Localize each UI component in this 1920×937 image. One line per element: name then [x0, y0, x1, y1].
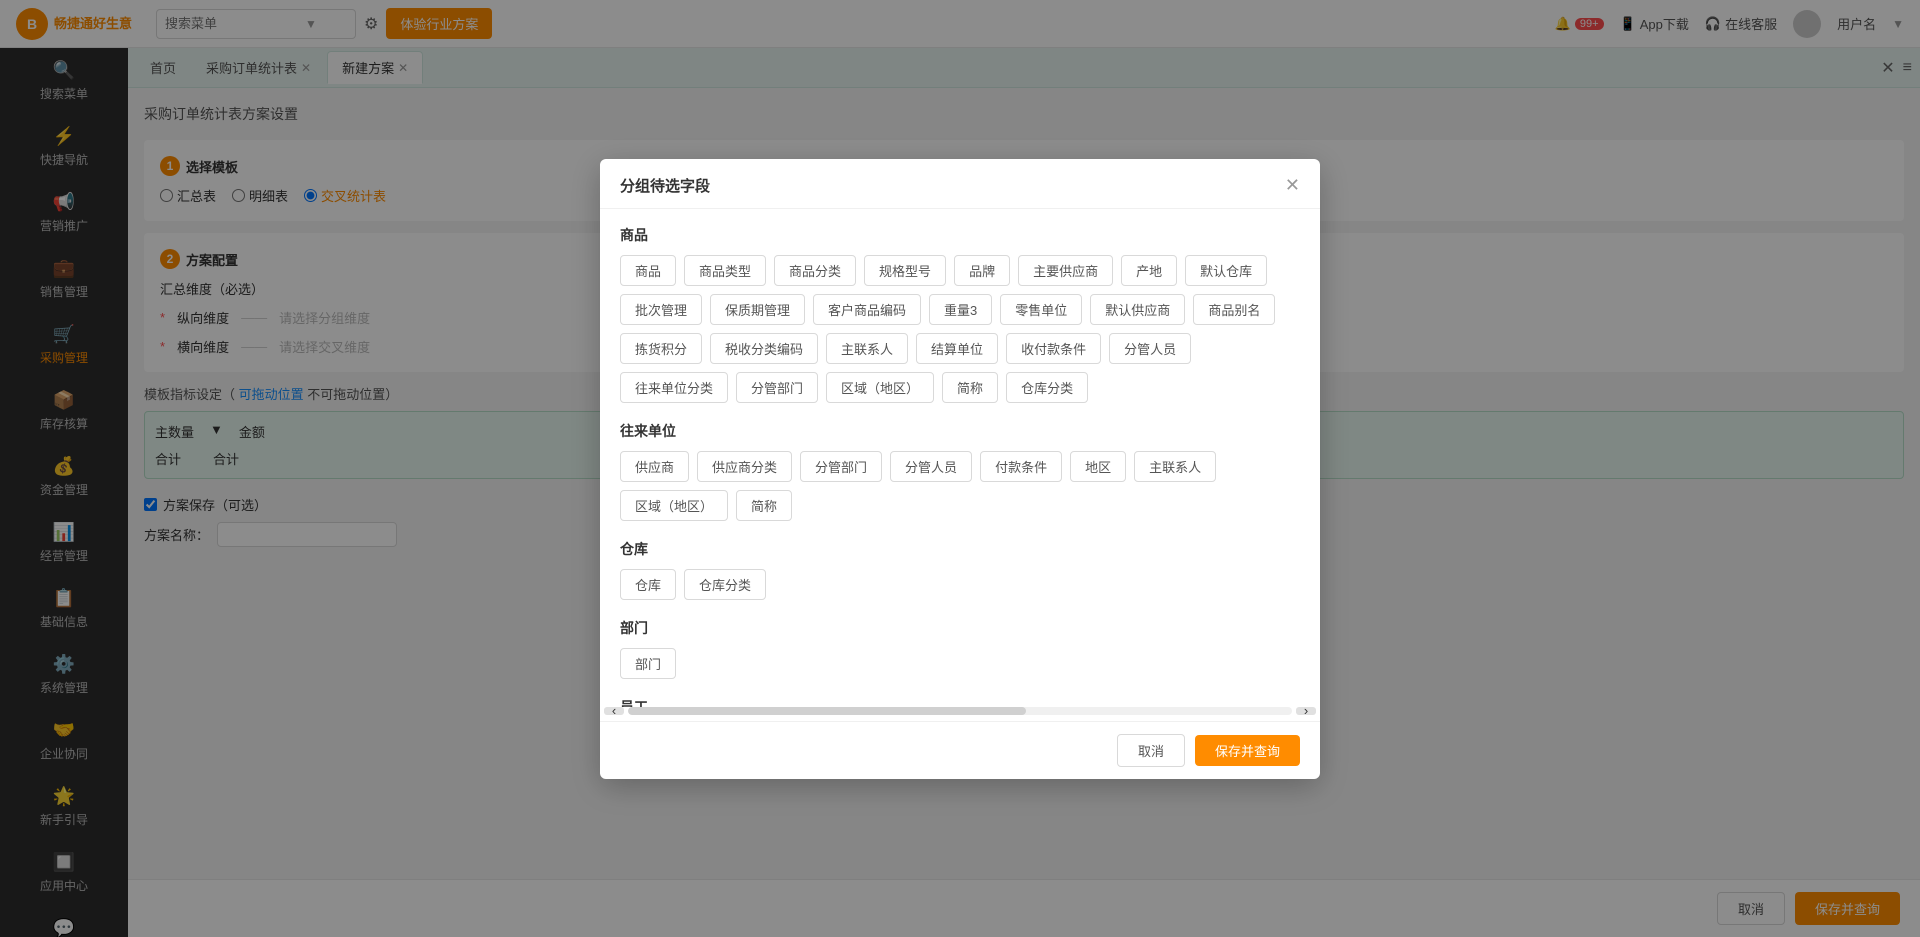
field-tag-customer-code[interactable]: 客户商品编码 [813, 294, 921, 325]
field-tag-cp-region[interactable]: 区域（地区） [620, 490, 728, 521]
modal-confirm-btn[interactable]: 保存并查询 [1195, 735, 1300, 766]
modal-hscroll-area: ‹ › [600, 707, 1320, 721]
field-tag-weight[interactable]: 重量3 [929, 294, 992, 325]
hscroll-left-btn[interactable]: ‹ [604, 707, 624, 715]
field-tag-area[interactable]: 地区 [1070, 451, 1126, 482]
section-warehouse: 仓库 仓库 仓库分类 [620, 539, 1300, 600]
modal-close-btn[interactable]: ✕ [1285, 175, 1300, 196]
field-tag-cp-short-name[interactable]: 简称 [736, 490, 792, 521]
field-tag-manager[interactable]: 分管人员 [1109, 333, 1191, 364]
section-employee-title: 员工 [620, 697, 1300, 707]
modal-body: 商品 商品 商品类型 商品分类 规格型号 品牌 主要供应商 产地 默认仓库 批次… [600, 209, 1320, 707]
hscroll-track [628, 707, 1292, 715]
field-tag-supplier[interactable]: 供应商 [620, 451, 689, 482]
section-department: 部门 部门 [620, 618, 1300, 679]
modal-footer: 取消 保存并查询 [600, 721, 1320, 779]
section-warehouse-title: 仓库 [620, 539, 1300, 559]
section-counterparty-fields: 供应商 供应商分类 分管部门 分管人员 付款条件 地区 主联系人 区域（地区） … [620, 451, 1300, 521]
field-tag-alias[interactable]: 商品别名 [1193, 294, 1275, 325]
field-tag-product[interactable]: 商品 [620, 255, 676, 286]
field-tag-product-type[interactable]: 商品类型 [684, 255, 766, 286]
field-tag-cp-main-contact[interactable]: 主联系人 [1134, 451, 1216, 482]
hscroll-thumb[interactable] [628, 707, 1026, 715]
section-department-fields: 部门 [620, 648, 1300, 679]
field-tag-supplier-category[interactable]: 供应商分类 [697, 451, 792, 482]
field-tag-spec[interactable]: 规格型号 [864, 255, 946, 286]
field-tag-batch[interactable]: 批次管理 [620, 294, 702, 325]
field-tag-region[interactable]: 区域（地区） [826, 372, 934, 403]
section-product-title: 商品 [620, 225, 1300, 245]
section-product: 商品 商品 商品类型 商品分类 规格型号 品牌 主要供应商 产地 默认仓库 批次… [620, 225, 1300, 403]
section-warehouse-fields: 仓库 仓库分类 [620, 569, 1300, 600]
modal-header: 分组待选字段 ✕ [600, 159, 1320, 209]
field-tag-department[interactable]: 部门 [620, 648, 676, 679]
field-tag-tax-code[interactable]: 税收分类编码 [710, 333, 818, 364]
field-tag-wh-category[interactable]: 仓库分类 [684, 569, 766, 600]
field-tag-product-category[interactable]: 商品分类 [774, 255, 856, 286]
section-department-title: 部门 [620, 618, 1300, 638]
field-tag-cp-manager[interactable]: 分管人员 [890, 451, 972, 482]
field-tag-payment-terms[interactable]: 付款条件 [980, 451, 1062, 482]
field-tag-retail-unit[interactable]: 零售单位 [1000, 294, 1082, 325]
field-tag-settle-unit[interactable]: 结算单位 [916, 333, 998, 364]
field-tag-dept[interactable]: 分管部门 [736, 372, 818, 403]
field-tag-wh-warehouse[interactable]: 仓库 [620, 569, 676, 600]
section-counterparty: 往来单位 供应商 供应商分类 分管部门 分管人员 付款条件 地区 主联系人 区域… [620, 421, 1300, 521]
field-tag-pay-terms[interactable]: 收付款条件 [1006, 333, 1101, 364]
field-tag-unit-category[interactable]: 往来单位分类 [620, 372, 728, 403]
section-product-fields: 商品 商品类型 商品分类 规格型号 品牌 主要供应商 产地 默认仓库 批次管理 … [620, 255, 1300, 403]
field-tag-shelf-life[interactable]: 保质期管理 [710, 294, 805, 325]
field-tag-warehouse-category[interactable]: 仓库分类 [1006, 372, 1088, 403]
modal-cancel-btn[interactable]: 取消 [1117, 734, 1185, 767]
field-tag-cp-dept[interactable]: 分管部门 [800, 451, 882, 482]
modal-title: 分组待选字段 [620, 175, 710, 196]
field-tag-main-supplier[interactable]: 主要供应商 [1018, 255, 1113, 286]
field-tag-default-warehouse[interactable]: 默认仓库 [1185, 255, 1267, 286]
field-tag-brand[interactable]: 品牌 [954, 255, 1010, 286]
section-employee: 员工 业务员 [620, 697, 1300, 707]
field-tag-origin[interactable]: 产地 [1121, 255, 1177, 286]
modal-overlay: 分组待选字段 ✕ 商品 商品 商品类型 商品分类 规格型号 品牌 主要供应商 产… [0, 0, 1920, 937]
field-tag-pick-score[interactable]: 拣货积分 [620, 333, 702, 364]
field-tag-default-supplier[interactable]: 默认供应商 [1090, 294, 1185, 325]
field-select-modal: 分组待选字段 ✕ 商品 商品 商品类型 商品分类 规格型号 品牌 主要供应商 产… [600, 159, 1320, 779]
field-tag-main-contact[interactable]: 主联系人 [826, 333, 908, 364]
field-tag-short-name[interactable]: 简称 [942, 372, 998, 403]
section-counterparty-title: 往来单位 [620, 421, 1300, 441]
hscroll-right-btn[interactable]: › [1296, 707, 1316, 715]
